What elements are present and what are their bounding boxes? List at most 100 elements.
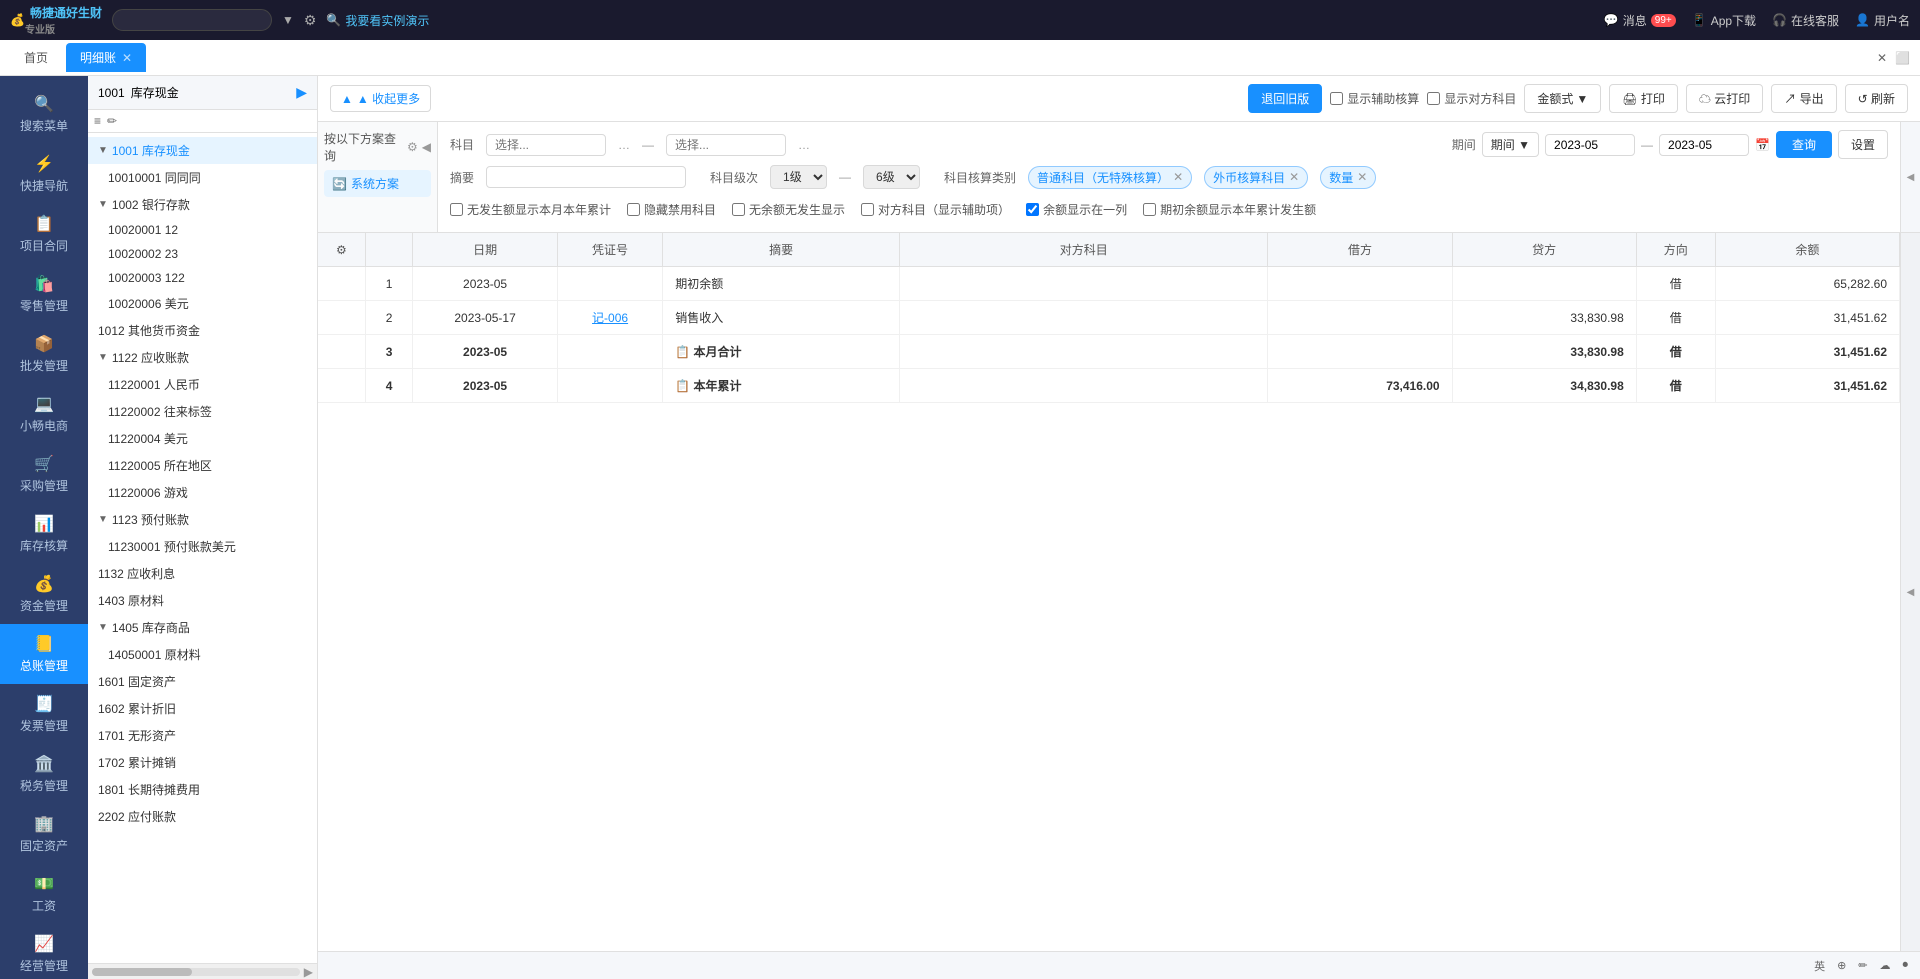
cloud-print-btn[interactable]: ☁ 云打印 <box>1686 84 1763 113</box>
return-old-btn[interactable]: 退回旧版 <box>1248 84 1322 113</box>
tree-item-11230001[interactable]: 11230001 预付账款美元 <box>88 533 317 560</box>
subject-to-input[interactable] <box>666 134 786 156</box>
show-aux-checkbox[interactable] <box>1330 92 1343 105</box>
tree-item-1403[interactable]: 1403 原材料 <box>88 587 317 614</box>
app-download-btn[interactable]: 📱 App下载 <box>1692 12 1756 29</box>
checkbox-hide-disabled-input[interactable] <box>627 203 640 216</box>
col-settings[interactable]: ⚙ <box>318 233 365 267</box>
filter-tag-foreign-close[interactable]: ✕ <box>1289 170 1299 184</box>
period-to-calendar-icon[interactable]: 📅 <box>1755 138 1770 152</box>
sidebar-item-tax[interactable]: 🏛️ 税务管理 <box>0 744 88 804</box>
window-minimize-btn[interactable]: ✕ <box>1877 51 1887 65</box>
subject-to-more-icon[interactable]: … <box>798 138 810 152</box>
tree-list-icon[interactable]: ≡ <box>94 114 101 128</box>
tree-item-10020006[interactable]: 10020006 美元 <box>88 290 317 317</box>
tree-scroll-right[interactable]: ▶ <box>304 965 313 979</box>
tree-item-10020003[interactable]: 10020003 122 <box>88 266 317 290</box>
right-panel[interactable]: ◀ <box>1900 233 1920 951</box>
tree-edit-icon[interactable]: ✏ <box>107 114 117 128</box>
tab-detail-close[interactable]: ✕ <box>122 51 132 65</box>
tree-item-11220005[interactable]: 11220005 所在地区 <box>88 452 317 479</box>
tree-item-10020001[interactable]: 10020001 12 <box>88 218 317 242</box>
show-aux-checkbox-label[interactable]: 显示辅助核算 <box>1330 90 1419 107</box>
user-avatar-btn[interactable]: 👤 用户名 <box>1855 12 1910 29</box>
status-zoom-btn[interactable]: ⊕ <box>1837 959 1846 972</box>
account-nav-btn[interactable]: ▶ <box>296 84 307 101</box>
setting-btn[interactable]: 设置 <box>1838 130 1888 159</box>
topbar-settings-icon[interactable]: ⚙ <box>304 12 317 29</box>
tree-item-2202[interactable]: 2202 应付账款 <box>88 803 317 830</box>
window-maximize-btn[interactable]: ⬜ <box>1895 51 1910 65</box>
sidebar-item-quicknav[interactable]: ⚡ 快捷导航 <box>0 144 88 204</box>
refresh-btn[interactable]: ↺ 刷新 <box>1845 84 1908 113</box>
tree-item-1801[interactable]: 1801 长期待摊费用 <box>88 776 317 803</box>
checkbox-no-activity-input[interactable] <box>450 203 463 216</box>
tree-item-1002[interactable]: ▼ 1002 银行存款 <box>88 191 317 218</box>
filter-tag-quantity-close[interactable]: ✕ <box>1357 170 1367 184</box>
tree-item-1012[interactable]: 1012 其他货币资金 <box>88 317 317 344</box>
tree-item-1001[interactable]: ▼ 1001 库存现金 <box>88 137 317 164</box>
tree-item-1601[interactable]: 1601 固定资产 <box>88 668 317 695</box>
checkbox-opening-input[interactable] <box>1143 203 1156 216</box>
demo-link[interactable]: 🔍 我要看实例演示 <box>326 12 429 29</box>
sidebar-item-retail[interactable]: 🛍️ 零售管理 <box>0 264 88 324</box>
sidebar-item-search[interactable]: 🔍 搜索菜单 <box>0 84 88 144</box>
tree-item-1701[interactable]: 1701 无形资产 <box>88 722 317 749</box>
subject-more-icon[interactable]: … <box>618 138 630 152</box>
sidebar-item-wholesale[interactable]: 📦 批发管理 <box>0 324 88 384</box>
checkbox-balance-single-input[interactable] <box>1026 203 1039 216</box>
tree-item-1405[interactable]: ▼ 1405 库存商品 <box>88 614 317 641</box>
checkbox-balance-single[interactable]: 余额显示在一列 <box>1026 201 1127 218</box>
tree-item-11220002[interactable]: 11220002 往来标签 <box>88 398 317 425</box>
tree-item-11220004[interactable]: 11220004 美元 <box>88 425 317 452</box>
sidebar-item-ecommerce[interactable]: 💻 小畅电商 <box>0 384 88 444</box>
sidebar-item-operations[interactable]: 📈 经营管理 <box>0 924 88 979</box>
sidebar-item-inventory[interactable]: 📊 库存核算 <box>0 504 88 564</box>
status-translate-btn[interactable]: 英 <box>1814 958 1825 974</box>
tree-item-14050001[interactable]: 14050001 原材料 <box>88 641 317 668</box>
period-to-input[interactable] <box>1659 134 1749 156</box>
voucher-link-2[interactable]: 记-006 <box>592 311 628 325</box>
collapse-more-btn[interactable]: ▲ ▲ 收起更多 <box>330 85 431 112</box>
level-from-select[interactable]: 1级2级3级 <box>770 165 827 189</box>
checkbox-opposite[interactable]: 对方科目（显示辅助项） <box>861 201 1010 218</box>
message-btn[interactable]: 💬 消息 99+ <box>1604 12 1676 29</box>
tab-home[interactable]: 首页 <box>10 43 62 72</box>
tree-item-10010001[interactable]: 10010001 同同同 <box>88 164 317 191</box>
checkbox-opposite-input[interactable] <box>861 203 874 216</box>
filter-tag-normal-close[interactable]: ✕ <box>1173 170 1183 184</box>
scheme-settings-icon[interactable]: ⚙ <box>407 140 418 154</box>
show-opposite-checkbox[interactable] <box>1427 92 1440 105</box>
summary-filter-input[interactable] <box>486 166 686 188</box>
scheme-collapse-icon[interactable]: ◀ <box>422 140 431 154</box>
tree-item-1122[interactable]: ▼ 1122 应收账款 <box>88 344 317 371</box>
checkbox-no-balance-input[interactable] <box>732 203 745 216</box>
checkbox-hide-disabled[interactable]: 隐藏禁用科目 <box>627 201 716 218</box>
status-record-btn[interactable]: ⏺ <box>1903 959 1909 972</box>
topbar-dropdown-icon[interactable]: ▼ <box>282 13 294 27</box>
tree-item-1132[interactable]: 1132 应收利息 <box>88 560 317 587</box>
checkbox-opening[interactable]: 期初余额显示本年累计发生额 <box>1143 201 1316 218</box>
print-btn[interactable]: 🖨 打印 <box>1609 84 1678 113</box>
scheme-item-system[interactable]: 🔄 系统方案 <box>324 170 431 197</box>
export-btn[interactable]: ↗ 导出 <box>1771 84 1836 113</box>
query-btn[interactable]: 查询 <box>1776 131 1832 158</box>
show-opposite-checkbox-label[interactable]: 显示对方科目 <box>1427 90 1516 107</box>
tree-item-11220006[interactable]: 11220006 游戏 <box>88 479 317 506</box>
subject-input[interactable] <box>486 134 606 156</box>
sidebar-item-purchase[interactable]: 🛒 采购管理 <box>0 444 88 504</box>
sidebar-item-ledger[interactable]: 📒 总账管理 <box>0 624 88 684</box>
sidebar-item-assets[interactable]: 🏢 固定资产 <box>0 804 88 864</box>
status-edit-btn[interactable]: ✏ <box>1858 959 1867 972</box>
period-from-input[interactable] <box>1545 134 1635 156</box>
tree-item-10020002[interactable]: 10020002 23 <box>88 242 317 266</box>
sidebar-item-capital[interactable]: 💰 资金管理 <box>0 564 88 624</box>
tree-item-1602[interactable]: 1602 累计折旧 <box>88 695 317 722</box>
sidebar-item-salary[interactable]: 💵 工资 <box>0 864 88 924</box>
amount-format-btn[interactable]: 金额式 ▼ <box>1524 84 1601 113</box>
online-service-btn[interactable]: 🎧 在线客服 <box>1772 12 1839 29</box>
filter-collapse-btn[interactable]: ◀ <box>1900 122 1920 232</box>
tree-item-1123[interactable]: ▼ 1123 预付账款 <box>88 506 317 533</box>
level-to-select[interactable]: 6级4级5级 <box>863 165 920 189</box>
tree-scrollbar[interactable]: ▶ <box>88 963 317 979</box>
